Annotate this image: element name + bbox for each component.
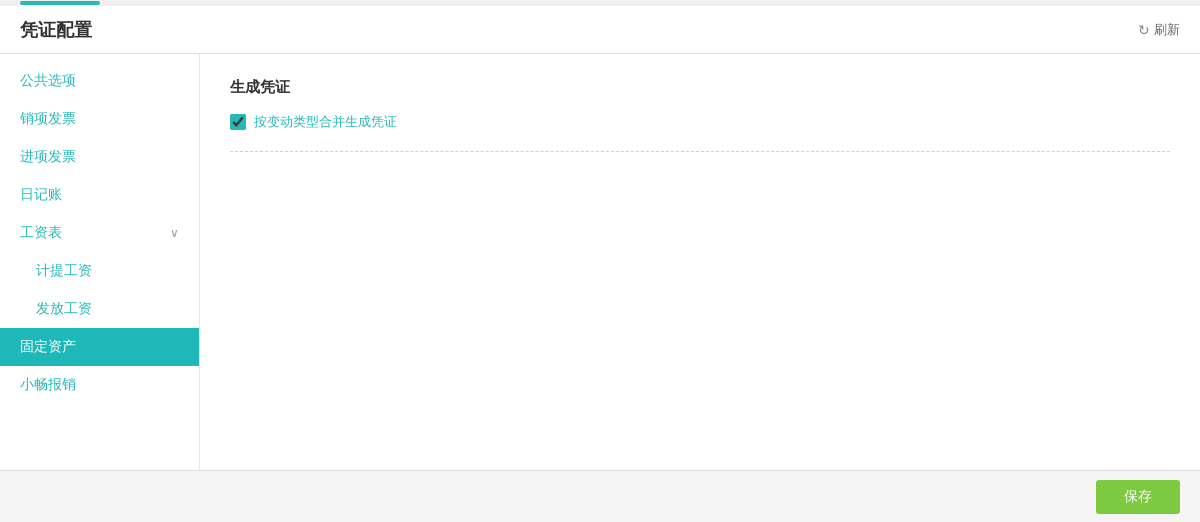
refresh-button[interactable]: ↻ 刷新 — [1138, 21, 1180, 39]
sidebar-item-label: 工资表 — [20, 224, 62, 242]
header: 凭证配置 ↻ 刷新 — [0, 6, 1200, 54]
sidebar-item-journal[interactable]: 日记账 — [0, 176, 199, 214]
sidebar-item-label: 小畅报销 — [20, 376, 76, 394]
sidebar-item-label: 公共选项 — [20, 72, 76, 90]
section-title: 生成凭证 — [230, 78, 1170, 97]
main-content: 公共选项 销项发票 进项发票 日记账 工资表 ∨ 计提工资 发放工资 — [0, 54, 1200, 470]
sidebar-item-purchase-invoice[interactable]: 进项发票 — [0, 138, 199, 176]
refresh-label: 刷新 — [1154, 21, 1180, 39]
sidebar-item-payroll-accrual[interactable]: 计提工资 — [0, 252, 199, 290]
sidebar: 公共选项 销项发票 进项发票 日记账 工资表 ∨ 计提工资 发放工资 — [0, 54, 200, 470]
section-divider — [230, 151, 1170, 152]
sidebar-item-sales-invoice[interactable]: 销项发票 — [0, 100, 199, 138]
sidebar-item-label: 进项发票 — [20, 148, 76, 166]
content-area: 生成凭证 按变动类型合并生成凭证 — [200, 54, 1200, 470]
sidebar-item-fixed-assets[interactable]: 固定资产 — [0, 328, 199, 366]
page-wrapper: 凭证配置 ↻ 刷新 公共选项 销项发票 进项发票 日记账 工资表 ∨ — [0, 0, 1200, 522]
checkbox-label[interactable]: 按变动类型合并生成凭证 — [254, 113, 397, 131]
chevron-down-icon: ∨ — [170, 226, 179, 240]
top-tab-active-indicator — [20, 1, 100, 5]
sidebar-item-payroll-table[interactable]: 工资表 ∨ — [0, 214, 199, 252]
merge-by-type-checkbox[interactable] — [230, 114, 246, 130]
sidebar-item-label: 固定资产 — [20, 338, 76, 356]
footer: 保存 — [0, 470, 1200, 522]
sidebar-item-public-options[interactable]: 公共选项 — [0, 62, 199, 100]
sidebar-item-label: 发放工资 — [36, 300, 92, 318]
refresh-icon: ↻ — [1138, 22, 1150, 38]
sidebar-item-expense-claim[interactable]: 小畅报销 — [0, 366, 199, 404]
sidebar-item-label: 销项发票 — [20, 110, 76, 128]
sidebar-item-payroll-release[interactable]: 发放工资 — [0, 290, 199, 328]
sidebar-item-label: 日记账 — [20, 186, 62, 204]
sidebar-item-label: 计提工资 — [36, 262, 92, 280]
checkbox-row: 按变动类型合并生成凭证 — [230, 113, 1170, 131]
page-title: 凭证配置 — [20, 18, 92, 42]
save-button[interactable]: 保存 — [1096, 480, 1180, 514]
